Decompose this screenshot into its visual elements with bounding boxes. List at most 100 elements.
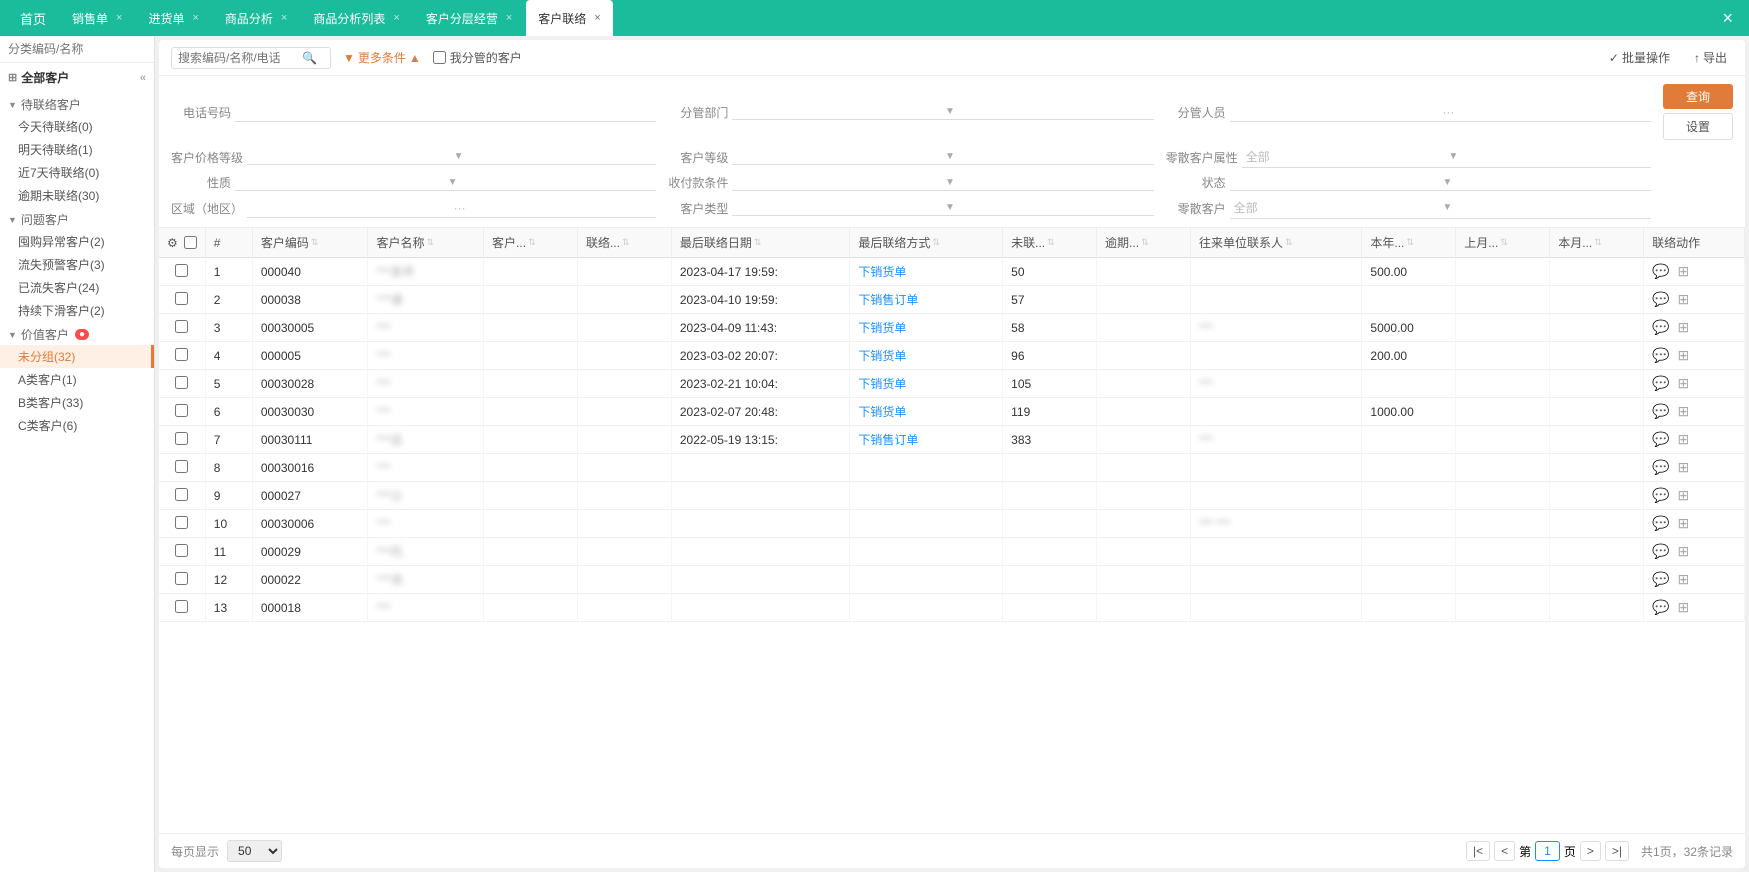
- sidebar-item-today[interactable]: 今天待联络(0): [0, 115, 154, 138]
- sidebar-item-overdue[interactable]: 逾期未联络(30): [0, 184, 154, 207]
- dept-select[interactable]: ▼: [732, 104, 1153, 120]
- row-checkbox[interactable]: [175, 404, 188, 417]
- bulk-ops-button[interactable]: ✓ 批量操作: [1603, 46, 1676, 69]
- window-close-button[interactable]: ×: [1714, 8, 1741, 29]
- sidebar-item-7days[interactable]: 近7天待联络(0): [0, 161, 154, 184]
- way-link[interactable]: 下销货单: [858, 405, 906, 419]
- region-dots-icon[interactable]: ···: [450, 201, 653, 215]
- sidebar-item-type-c[interactable]: C类客户(6): [0, 414, 154, 437]
- way-link[interactable]: 下销货单: [858, 265, 906, 279]
- grid-action-icon[interactable]: ⊞: [1678, 487, 1690, 504]
- close-purchase-icon[interactable]: ×: [192, 12, 198, 24]
- way-link[interactable]: 下销售订单: [858, 293, 918, 307]
- retail-attr-select[interactable]: 全部 ▼: [1242, 146, 1651, 168]
- close-customer-contact-icon[interactable]: ×: [594, 12, 600, 24]
- chat-icon[interactable]: 💬: [1652, 347, 1669, 364]
- chat-icon[interactable]: 💬: [1652, 459, 1669, 476]
- chat-icon[interactable]: 💬: [1652, 319, 1669, 336]
- grid-action-icon[interactable]: ⊞: [1678, 431, 1690, 448]
- chat-icon[interactable]: 💬: [1652, 515, 1669, 532]
- sidebar-item-type-b[interactable]: B类客户(33): [0, 391, 154, 414]
- chat-icon[interactable]: 💬: [1652, 403, 1669, 420]
- query-button[interactable]: 查询: [1663, 84, 1733, 109]
- grid-action-icon[interactable]: ⊞: [1678, 599, 1690, 616]
- sidebar-item-churn-warning[interactable]: 流失预警客户(3): [0, 253, 154, 276]
- nav-tab-customer-mgmt[interactable]: 客户分层经营 ×: [414, 0, 524, 36]
- grid-action-icon[interactable]: ⊞: [1678, 515, 1690, 532]
- close-analysis-icon[interactable]: ×: [281, 12, 287, 24]
- row-checkbox[interactable]: [175, 488, 188, 501]
- region-select[interactable]: ···: [247, 199, 656, 218]
- retail-cust-select[interactable]: 全部 ▼: [1230, 197, 1651, 219]
- search-icon[interactable]: 🔍: [302, 51, 317, 65]
- close-analysis-list-icon[interactable]: ×: [393, 12, 399, 24]
- chat-icon[interactable]: 💬: [1652, 599, 1669, 616]
- price-level-select[interactable]: ▼: [247, 149, 656, 165]
- chat-icon[interactable]: 💬: [1652, 543, 1669, 560]
- sidebar-item-ungroup[interactable]: 未分组(32): [0, 345, 154, 368]
- sidebar-search-input[interactable]: [8, 42, 155, 56]
- row-checkbox[interactable]: [175, 460, 188, 473]
- grid-action-icon[interactable]: ⊞: [1678, 347, 1690, 364]
- sidebar-collapse-icon[interactable]: «: [140, 72, 146, 84]
- row-checkbox[interactable]: [175, 376, 188, 389]
- page-size-select[interactable]: 50 100: [227, 840, 282, 862]
- my-customers-checkbox[interactable]: [433, 51, 446, 64]
- row-checkbox[interactable]: [175, 516, 188, 529]
- close-customer-mgmt-icon[interactable]: ×: [506, 12, 512, 24]
- way-link[interactable]: 下销货单: [858, 321, 906, 335]
- search-input[interactable]: [178, 51, 298, 65]
- person-select[interactable]: ···: [1230, 103, 1651, 122]
- sidebar-all-customers[interactable]: ⊞ 全部客户 «: [0, 63, 154, 92]
- chat-icon[interactable]: 💬: [1652, 375, 1669, 392]
- phone-input[interactable]: [235, 103, 656, 122]
- last-page-button[interactable]: >|: [1605, 841, 1629, 861]
- settings-icon[interactable]: ⚙: [167, 236, 178, 250]
- cust-level-select[interactable]: ▼: [732, 149, 1153, 165]
- sidebar-group-problem[interactable]: ▼ 问题客户: [0, 207, 154, 230]
- row-checkbox[interactable]: [175, 348, 188, 361]
- row-checkbox[interactable]: [175, 320, 188, 333]
- prev-page-button[interactable]: <: [1494, 841, 1515, 861]
- sidebar-group-value[interactable]: ▼ 价值客户 ●: [0, 322, 154, 345]
- nav-tab-customer-contact[interactable]: 客户联络 ×: [526, 0, 612, 36]
- chat-icon[interactable]: 💬: [1652, 571, 1669, 588]
- row-checkbox[interactable]: [175, 600, 188, 613]
- sidebar-item-churned[interactable]: 已流失客户(24): [0, 276, 154, 299]
- chat-icon[interactable]: 💬: [1652, 431, 1669, 448]
- grid-action-icon[interactable]: ⊞: [1678, 459, 1690, 476]
- cust-type-select[interactable]: ▼: [732, 200, 1153, 216]
- person-dots-icon[interactable]: ···: [1438, 105, 1647, 119]
- next-page-button[interactable]: >: [1580, 841, 1601, 861]
- way-link[interactable]: 下销货单: [858, 377, 906, 391]
- row-checkbox[interactable]: [175, 292, 188, 305]
- row-checkbox[interactable]: [175, 264, 188, 277]
- row-checkbox[interactable]: [175, 572, 188, 585]
- nav-tab-purchase[interactable]: 进货单 ×: [136, 0, 210, 36]
- close-sales-icon[interactable]: ×: [116, 12, 122, 24]
- grid-action-icon[interactable]: ⊞: [1678, 319, 1690, 336]
- select-all-checkbox[interactable]: [184, 236, 197, 249]
- grid-action-icon[interactable]: ⊞: [1678, 375, 1690, 392]
- chat-icon[interactable]: 💬: [1652, 487, 1669, 504]
- sidebar-item-declining[interactable]: 持续下滑客户(2): [0, 299, 154, 322]
- reset-button[interactable]: 设置: [1663, 113, 1733, 140]
- grid-action-icon[interactable]: ⊞: [1678, 543, 1690, 560]
- row-checkbox[interactable]: [175, 432, 188, 445]
- more-conditions-button[interactable]: ▼ 更多条件 ▲: [343, 49, 421, 66]
- grid-action-icon[interactable]: ⊞: [1678, 263, 1690, 280]
- nav-tab-analysis[interactable]: 商品分析 ×: [213, 0, 299, 36]
- way-link[interactable]: 下销货单: [858, 349, 906, 363]
- chat-icon[interactable]: 💬: [1652, 263, 1669, 280]
- nature-select[interactable]: ▼: [235, 175, 656, 191]
- sidebar-item-abnormal[interactable]: 囤购异常客户(2): [0, 230, 154, 253]
- nav-tab-analysis-list[interactable]: 商品分析列表 ×: [301, 0, 411, 36]
- sidebar-item-type-a[interactable]: A类客户(1): [0, 368, 154, 391]
- status-select[interactable]: ▼: [1230, 175, 1651, 191]
- row-checkbox[interactable]: [175, 544, 188, 557]
- export-button[interactable]: ↑ 导出: [1688, 46, 1733, 69]
- way-link[interactable]: 下销售订单: [858, 433, 918, 447]
- sidebar-item-tomorrow[interactable]: 明天待联络(1): [0, 138, 154, 161]
- sidebar-group-pending[interactable]: ▼ 待联络客户: [0, 92, 154, 115]
- grid-action-icon[interactable]: ⊞: [1678, 291, 1690, 308]
